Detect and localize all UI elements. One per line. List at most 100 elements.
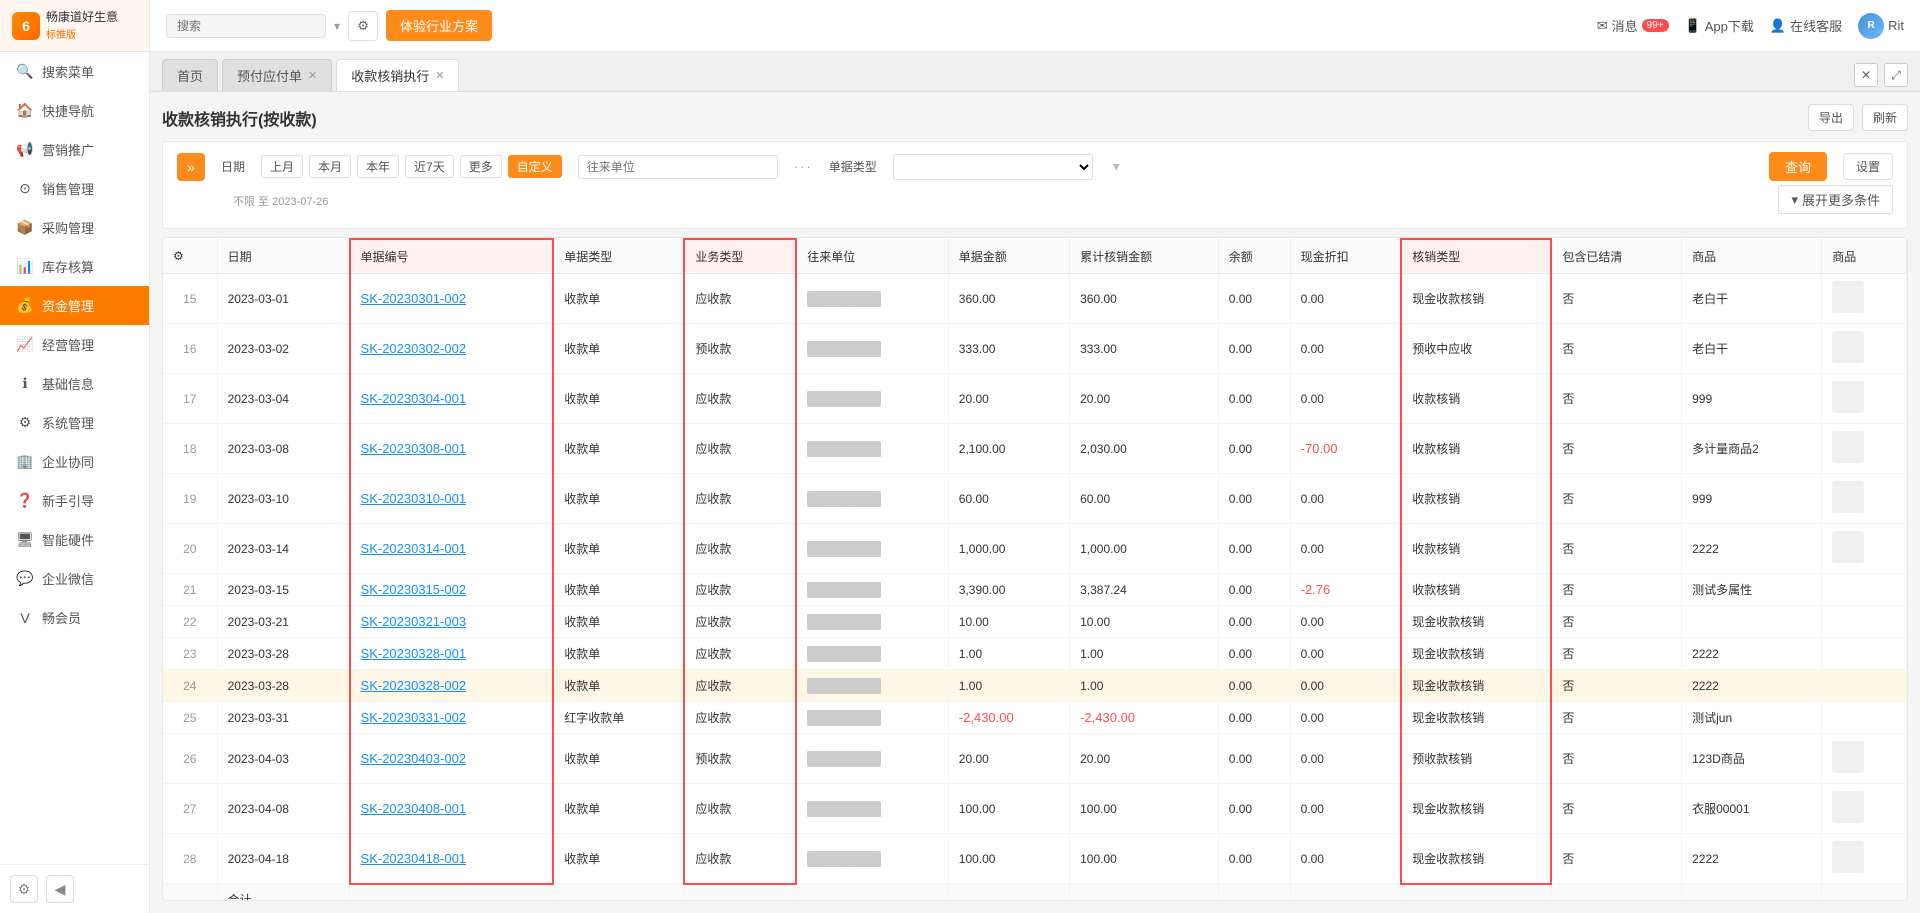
date-btn-custom[interactable]: 自定义 <box>508 155 562 178</box>
date-btn-更多[interactable]: 更多 <box>460 155 502 178</box>
date-btn-近7天[interactable]: 近7天 <box>405 155 454 178</box>
sidebar-item-inventory[interactable]: 📊库存核算 <box>0 247 149 286</box>
sidebar-item-finance[interactable]: 💰资金管理 <box>0 286 149 325</box>
partner-filter-input[interactable] <box>578 155 778 179</box>
app-logo: 6 畅康道好生意 标推版 <box>0 0 149 52</box>
sidebar-item-search[interactable]: 🔍搜索菜单 <box>0 52 149 91</box>
cell-doc_no[interactable]: SK-20230315-002 <box>350 574 554 606</box>
cell-product_thumb <box>1822 424 1907 474</box>
tab-prepay[interactable]: 预付应付单✕ <box>222 59 332 91</box>
content-area: 收款核销执行(按收款) 导出 刷新 » 日期 上月本月本年近7天更多自定义 ··… <box>150 92 1920 913</box>
sidebar-gear-button[interactable]: ⚙ <box>10 875 38 903</box>
cell-doc_no[interactable]: SK-20230418-001 <box>350 834 554 884</box>
tab-receipt-verify[interactable]: 收款核销执行✕ <box>336 59 459 91</box>
sidebar-item-quick-nav[interactable]: 🏠快捷导航 <box>0 91 149 130</box>
cell-cumulative: 20.00 <box>1070 374 1219 424</box>
cell-doc_no[interactable]: SK-20230314-001 <box>350 524 554 574</box>
sidebar-collapse-button[interactable]: ◀ <box>46 875 74 903</box>
close-tab-button[interactable]: ✕ <box>1854 63 1878 87</box>
export-button[interactable]: 导出 <box>1808 104 1854 131</box>
cell-cumulative: 100.00 <box>1070 784 1219 834</box>
cell-doc_no[interactable]: SK-20230304-001 <box>350 374 554 424</box>
filter-collapse-button[interactable]: » <box>177 153 205 181</box>
sidebar-item-operation[interactable]: 📈经营管理 <box>0 325 149 364</box>
cell-cash_discount: 0.00 <box>1290 324 1401 374</box>
table-row: 152023-03-01SK-20230301-002收款单应收款███████… <box>163 274 1907 324</box>
cell-date: 2023-03-08 <box>217 424 349 474</box>
sidebar-item-system[interactable]: ⚙系统管理 <box>0 403 149 442</box>
cell-partner: ████████ <box>796 374 948 424</box>
date-btn-本月[interactable]: 本月 <box>309 155 351 178</box>
sidebar-item-sales[interactable]: ⊙销售管理 <box>0 169 149 208</box>
sidebar-item-guide[interactable]: ❓新手引导 <box>0 481 149 520</box>
cell-verify_type: 现金收款核销 <box>1401 606 1551 638</box>
app-download-button[interactable]: 📱 App下载 <box>1685 16 1754 35</box>
sidebar-item-purchase[interactable]: 📦采购管理 <box>0 208 149 247</box>
tab-close-receipt-verify[interactable]: ✕ <box>435 69 444 82</box>
cell-doc_no[interactable]: SK-20230302-002 <box>350 324 554 374</box>
nav-label-finance: 资金管理 <box>42 296 94 315</box>
experience-button[interactable]: 体验行业方案 <box>386 10 492 41</box>
date-btn-本年[interactable]: 本年 <box>357 155 399 178</box>
table-row: 272023-04-08SK-20230408-001收款单应收款███████… <box>163 784 1907 834</box>
doc-link[interactable]: SK-20230331-002 <box>361 710 467 725</box>
doc-link[interactable]: SK-20230418-001 <box>361 851 467 866</box>
main-area: ▾ ⚙ 体验行业方案 ✉ 消息 99+ 📱 App下载 👤 在线客服 R Rit <box>150 0 1920 913</box>
online-service-button[interactable]: 👤 在线客服 <box>1770 16 1842 35</box>
sidebar-item-member[interactable]: V畅会员 <box>0 598 149 637</box>
sidebar-item-wechat[interactable]: 💬企业微信 <box>0 559 149 598</box>
tab-home[interactable]: 首页 <box>162 59 218 91</box>
search-input[interactable] <box>166 14 326 38</box>
cell-doc_no[interactable]: SK-20230403-002 <box>350 734 554 784</box>
refresh-button[interactable]: 刷新 <box>1862 104 1908 131</box>
user-area[interactable]: R Rit <box>1858 13 1904 39</box>
expand-conditions-button[interactable]: ▾ 展开更多条件 <box>1778 185 1893 214</box>
cell-doc_amount: 333.00 <box>948 324 1069 374</box>
cell-doc_no[interactable]: SK-20230321-003 <box>350 606 554 638</box>
product-thumbnail <box>1832 841 1864 873</box>
sidebar-item-marketing[interactable]: 📢营销推广 <box>0 130 149 169</box>
expand-tab-button[interactable]: ⤢ <box>1884 63 1908 87</box>
cell-doc_no[interactable]: SK-20230408-001 <box>350 784 554 834</box>
cell-biz_type: 应收款 <box>684 274 796 324</box>
doc-link[interactable]: SK-20230301-002 <box>361 291 467 306</box>
doc-link[interactable]: SK-20230321-003 <box>361 614 467 629</box>
doc-link[interactable]: SK-20230304-001 <box>361 391 467 406</box>
cell-doc_no[interactable]: SK-20230331-002 <box>350 702 554 734</box>
doc-link[interactable]: SK-20230314-001 <box>361 541 467 556</box>
cell-product: 2222 <box>1682 638 1822 670</box>
message-area[interactable]: ✉ 消息 99+ <box>1597 16 1669 35</box>
doc-link[interactable]: SK-20230310-001 <box>361 491 467 506</box>
cell-doc_no[interactable]: SK-20230310-001 <box>350 474 554 524</box>
doc-link[interactable]: SK-20230403-002 <box>361 751 467 766</box>
cell-doc_no[interactable]: SK-20230328-002 <box>350 670 554 702</box>
cell-cumulative: -2,430.00 <box>1070 702 1219 734</box>
nav-label-hardware: 智能硬件 <box>42 530 94 549</box>
col-header-partner: 往来单位 <box>796 239 948 274</box>
page-header: 收款核销执行(按收款) 导出 刷新 <box>162 104 1908 131</box>
doc-type-select[interactable] <box>893 154 1093 180</box>
cell-settings: 17 <box>163 374 217 424</box>
doc-link[interactable]: SK-20230328-001 <box>361 646 467 661</box>
cell-doc_no[interactable]: SK-20230301-002 <box>350 274 554 324</box>
cell-doc_no[interactable]: SK-20230308-001 <box>350 424 554 474</box>
doc-link[interactable]: SK-20230302-002 <box>361 341 467 356</box>
query-button[interactable]: 查询 <box>1769 152 1827 181</box>
doc-link[interactable]: SK-20230408-001 <box>361 801 467 816</box>
doc-link[interactable]: SK-20230308-001 <box>361 441 467 456</box>
cell-product_thumb <box>1822 702 1907 734</box>
date-btn-上月[interactable]: 上月 <box>261 155 303 178</box>
tab-close-prepay[interactable]: ✕ <box>308 69 317 82</box>
sidebar-item-basic[interactable]: ℹ基础信息 <box>0 364 149 403</box>
sidebar-item-hardware[interactable]: 🖥智能硬件 <box>0 520 149 559</box>
doc-link[interactable]: SK-20230315-002 <box>361 582 467 597</box>
cell-verify_type: 现金收款核销 <box>1401 784 1551 834</box>
sidebar-item-enterprise[interactable]: 🏢企业协同 <box>0 442 149 481</box>
cell-product_thumb <box>1822 638 1907 670</box>
cell-doc_no[interactable]: SK-20230328-001 <box>350 638 554 670</box>
settings-icon-button[interactable]: ⚙ <box>348 11 378 41</box>
col-header-product_thumb: 商品 <box>1822 239 1907 274</box>
table-row: 162023-03-02SK-20230302-002收款单预收款███████… <box>163 324 1907 374</box>
doc-link[interactable]: SK-20230328-002 <box>361 678 467 693</box>
filter-settings-button[interactable]: 设置 <box>1843 153 1893 180</box>
